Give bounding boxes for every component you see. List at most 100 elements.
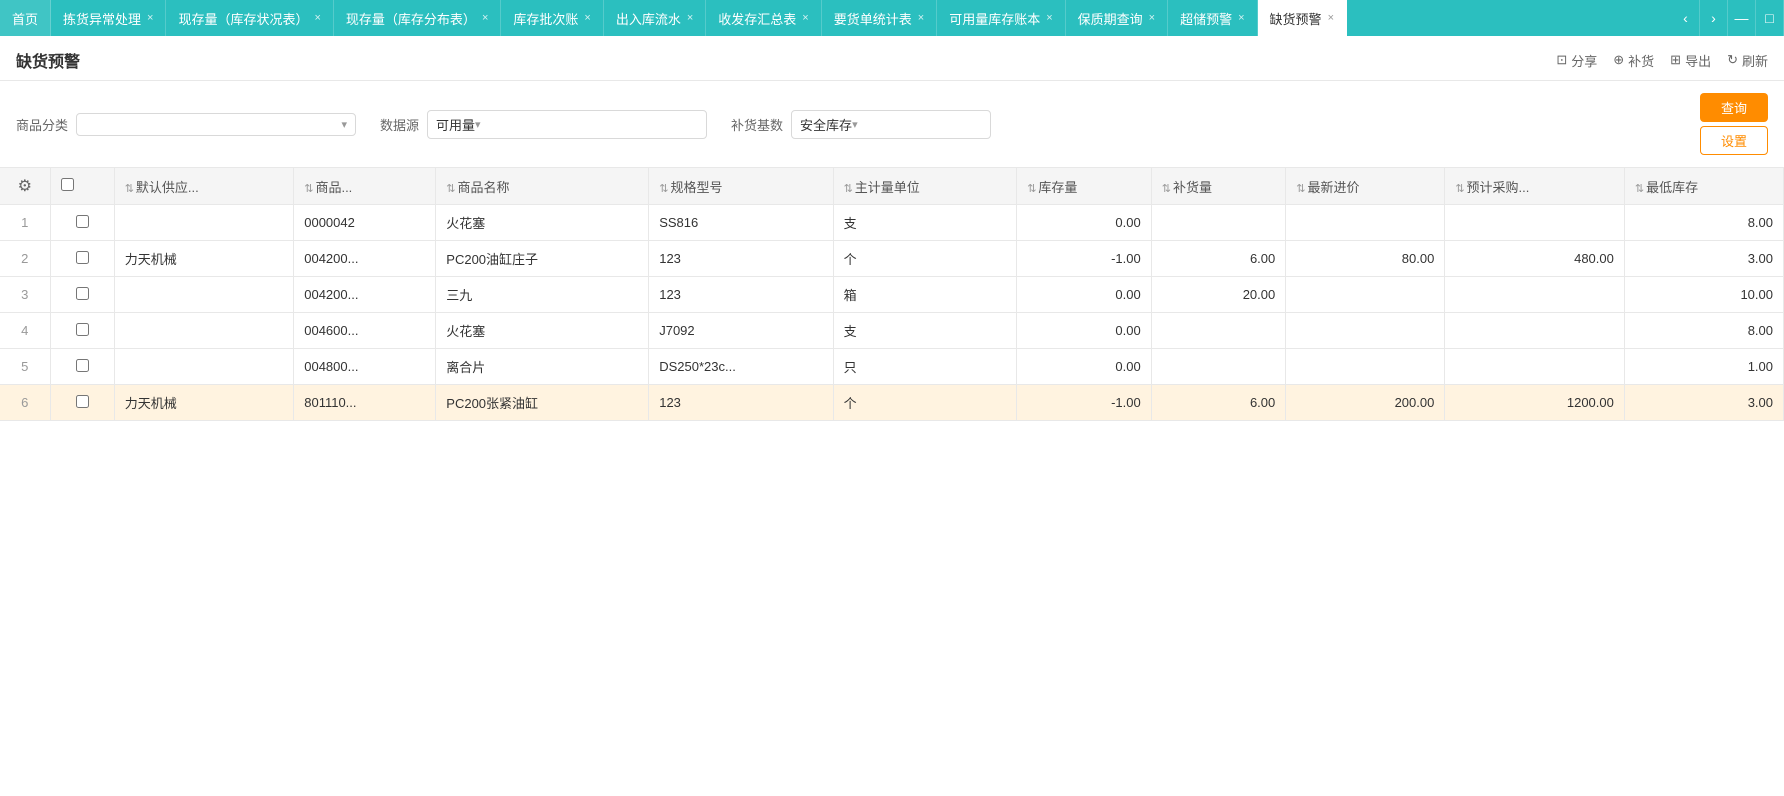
- category-label: 商品分类: [16, 115, 68, 134]
- row-unit: 支: [833, 313, 1017, 349]
- row-select-checkbox[interactable]: [76, 251, 89, 264]
- row-spec: J7092: [649, 313, 833, 349]
- tab-label-4: 库存批次账: [513, 9, 578, 28]
- tab-close-4[interactable]: ×: [584, 12, 590, 24]
- row-spec: SS816: [649, 205, 833, 241]
- row-code: 004200...: [294, 277, 436, 313]
- row-unit: 支: [833, 205, 1017, 241]
- row-unit: 只: [833, 349, 1017, 385]
- tab-label-6: 收发存汇总表: [718, 9, 796, 28]
- tab-close-1[interactable]: ×: [147, 12, 153, 24]
- row-select-checkbox[interactable]: [76, 215, 89, 228]
- row-select-checkbox[interactable]: [76, 323, 89, 336]
- row-latest-price: [1286, 205, 1445, 241]
- table-row: 10000042火花塞SS816支0.008.00: [0, 205, 1784, 241]
- tab-label-1: 拣货异常处理: [63, 9, 141, 28]
- replenish-base-value: 安全库存: [800, 115, 852, 134]
- row-code: 004600...: [294, 313, 436, 349]
- tab-close-10[interactable]: ×: [1238, 12, 1244, 24]
- row-min-stock: 1.00: [1624, 349, 1783, 385]
- row-min-stock: 3.00: [1624, 385, 1783, 421]
- tab-6[interactable]: 收发存汇总表 ×: [706, 0, 821, 36]
- tab-5[interactable]: 出入库流水×: [604, 0, 706, 36]
- replenish-icon: ⊕: [1613, 52, 1624, 68]
- col-header-spec[interactable]: ⇅规格型号: [649, 168, 833, 205]
- row-latest-price: [1286, 349, 1445, 385]
- row-supplier: 力天机械: [114, 385, 294, 421]
- row-spec: 123: [649, 241, 833, 277]
- tab-label-3: 现存量（库存分布表）: [346, 9, 476, 28]
- tab-8[interactable]: 可用量库存账本×: [937, 0, 1065, 36]
- export-button[interactable]: ⊞ 导出: [1670, 51, 1711, 70]
- row-select-checkbox[interactable]: [76, 395, 89, 408]
- sort-icon-min_stock: ⇅: [1635, 183, 1644, 195]
- sort-icon-supplier: ⇅: [125, 183, 134, 195]
- settings-button[interactable]: 设置: [1700, 126, 1768, 155]
- tab-10[interactable]: 超储预警×: [1168, 0, 1257, 36]
- tab-1[interactable]: 拣货异常处理 ×: [51, 0, 166, 36]
- row-name: PC200张紧油缸: [436, 385, 649, 421]
- filter-bar: 商品分类 ▾ 数据源 可用量 ▾ 补货基数 安全库存 ▾ 查询 设置: [0, 81, 1784, 168]
- row-index: 1: [0, 205, 50, 241]
- replenish-base-select[interactable]: 安全库存 ▾: [791, 110, 991, 139]
- col-header-unit[interactable]: ⇅主计量单位: [833, 168, 1017, 205]
- tab-close-8[interactable]: ×: [1046, 12, 1052, 24]
- refresh-button[interactable]: ↻ 刷新: [1727, 51, 1768, 70]
- tab-close-11[interactable]: ×: [1328, 12, 1334, 24]
- query-button[interactable]: 查询: [1700, 93, 1768, 122]
- row-supplier: [114, 313, 294, 349]
- col-header-estimated[interactable]: ⇅预计采购...: [1445, 168, 1625, 205]
- row-name: 离合片: [436, 349, 649, 385]
- select-all-checkbox[interactable]: [61, 178, 74, 191]
- row-unit: 箱: [833, 277, 1017, 313]
- tab-label-9: 保质期查询: [1078, 9, 1143, 28]
- col-header-latest_price[interactable]: ⇅最新进价: [1286, 168, 1445, 205]
- tab-close-3[interactable]: ×: [482, 12, 488, 24]
- row-select-checkbox[interactable]: [76, 287, 89, 300]
- tab-minimize[interactable]: —: [1728, 0, 1756, 36]
- gear-icon[interactable]: ⚙: [18, 178, 32, 195]
- row-estimated: 1200.00: [1445, 385, 1625, 421]
- col-header-replenish[interactable]: ⇅补货量: [1151, 168, 1286, 205]
- replenish-base-label: 补货基数: [731, 115, 783, 134]
- share-icon: ⊡: [1556, 52, 1567, 68]
- col-header-stock[interactable]: ⇅库存量: [1017, 168, 1152, 205]
- category-select[interactable]: ▾: [76, 113, 356, 136]
- row-name: 三九: [436, 277, 649, 313]
- col-header-min_stock[interactable]: ⇅最低库存: [1624, 168, 1783, 205]
- col-header-code[interactable]: ⇅商品...: [294, 168, 436, 205]
- tab-close-6[interactable]: ×: [802, 12, 808, 24]
- col-header-name[interactable]: ⇅商品名称: [436, 168, 649, 205]
- row-spec: DS250*23c...: [649, 349, 833, 385]
- tab-0[interactable]: 首页: [0, 0, 51, 36]
- filter-actions: 查询 设置: [1700, 93, 1768, 155]
- tab-maximize[interactable]: □: [1756, 0, 1784, 36]
- tab-2[interactable]: 现存量（库存状况表）×: [166, 0, 333, 36]
- row-stock: 0.00: [1017, 277, 1152, 313]
- row-checkbox: [50, 205, 114, 241]
- datasource-select[interactable]: 可用量 ▾: [427, 110, 707, 139]
- tab-7[interactable]: 要货单统计表×: [822, 0, 937, 36]
- tab-close-9[interactable]: ×: [1149, 12, 1155, 24]
- tab-11[interactable]: 缺货预警×: [1258, 0, 1347, 36]
- tab-close-2[interactable]: ×: [314, 12, 320, 24]
- row-code: 004200...: [294, 241, 436, 277]
- tab-scroll-right[interactable]: ›: [1700, 0, 1728, 36]
- tab-3[interactable]: 现存量（库存分布表） ×: [334, 0, 501, 36]
- table-row: 2力天机械004200...PC200油缸庄子123个-1.006.0080.0…: [0, 241, 1784, 277]
- tab-scroll-left[interactable]: ‹: [1672, 0, 1700, 36]
- header-actions: ⊡ 分享 ⊕ 补货 ⊞ 导出 ↻ 刷新: [1556, 51, 1768, 70]
- data-table: ⚙⇅默认供应...⇅商品...⇅商品名称⇅规格型号⇅主计量单位⇅库存量⇅补货量⇅…: [0, 168, 1784, 421]
- sort-icon-latest_price: ⇅: [1296, 183, 1305, 195]
- row-select-checkbox[interactable]: [76, 359, 89, 372]
- row-index: 5: [0, 349, 50, 385]
- main-content: 缺货预警 ⊡ 分享 ⊕ 补货 ⊞ 导出 ↻ 刷新 商品分类: [0, 36, 1784, 796]
- tab-close-7[interactable]: ×: [918, 12, 924, 24]
- sort-icon-spec: ⇅: [659, 183, 668, 195]
- tab-9[interactable]: 保质期查询 ×: [1066, 0, 1168, 36]
- col-header-supplier[interactable]: ⇅默认供应...: [114, 168, 294, 205]
- share-button[interactable]: ⊡ 分享: [1556, 51, 1597, 70]
- replenish-button[interactable]: ⊕ 补货: [1613, 51, 1654, 70]
- tab-4[interactable]: 库存批次账 ×: [501, 0, 603, 36]
- tab-close-5[interactable]: ×: [687, 12, 693, 24]
